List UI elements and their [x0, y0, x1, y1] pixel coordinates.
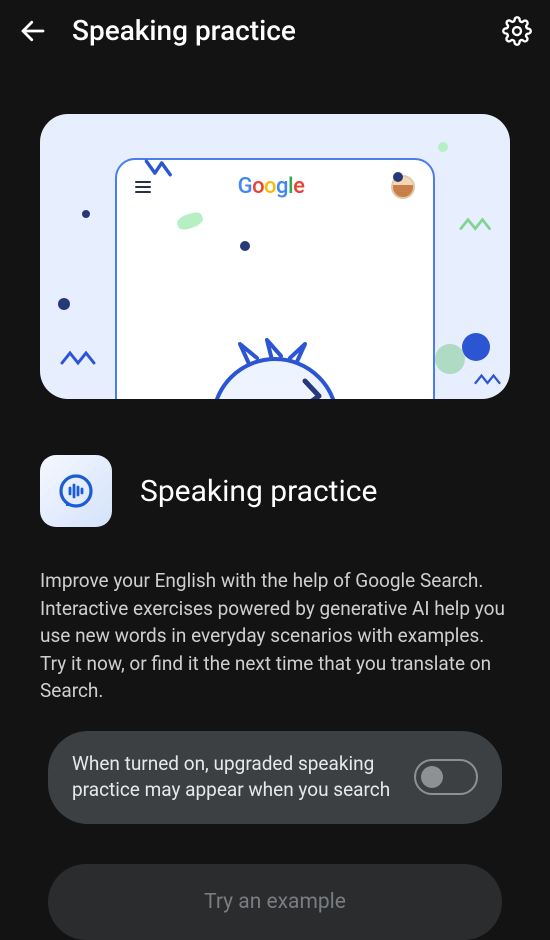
confetti-dot — [239, 240, 251, 252]
google-logo: Google — [238, 174, 305, 199]
gear-icon[interactable] — [502, 16, 532, 46]
toggle-switch[interactable] — [414, 759, 478, 795]
section-header: Speaking practice — [40, 455, 510, 527]
squiggle-icon — [60, 349, 100, 369]
section-title: Speaking practice — [140, 474, 377, 509]
hero-search-card: Google — [115, 158, 435, 399]
bear-illustration — [155, 326, 395, 399]
speaking-practice-icon — [40, 455, 112, 527]
toggle-row[interactable]: When turned on, upgraded speaking practi… — [48, 731, 502, 824]
section-description: Improve your English with the help of Go… — [40, 567, 510, 705]
squiggle-icon — [474, 371, 504, 389]
hero-illustration: Google — [40, 114, 510, 399]
page-header: Speaking practice — [0, 0, 550, 61]
toggle-label: When turned on, upgraded speaking practi… — [72, 751, 394, 804]
toggle-knob — [421, 766, 443, 788]
try-example-button[interactable]: Try an example — [48, 864, 502, 940]
back-arrow-icon[interactable] — [18, 16, 48, 46]
squiggle-icon — [459, 214, 495, 236]
page-title: Speaking practice — [72, 14, 478, 47]
squiggle-icon — [143, 154, 177, 182]
hamburger-icon — [135, 181, 151, 193]
